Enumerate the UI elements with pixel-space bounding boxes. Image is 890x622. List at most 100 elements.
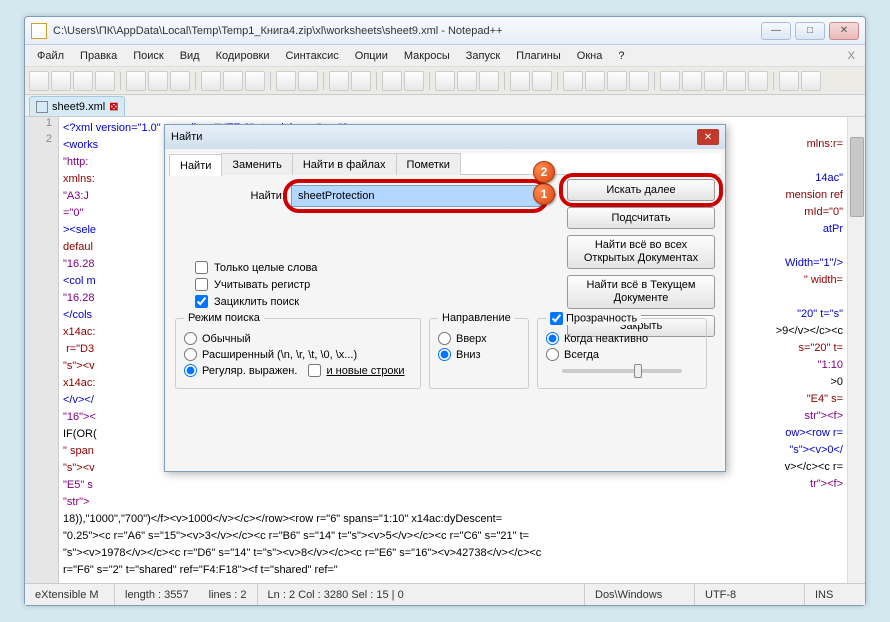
tool-saveall-icon[interactable] [95, 71, 115, 91]
file-tab[interactable]: sheet9.xml ⊠ [29, 96, 125, 116]
tool-print-icon[interactable] [170, 71, 190, 91]
tool-new-icon[interactable] [29, 71, 49, 91]
menu-syntax[interactable]: Синтаксис [278, 50, 347, 62]
transparency-group: Прозрачность Когда неактивно Всегда [537, 318, 707, 389]
line-number: 2 [25, 133, 58, 149]
find-input[interactable] [291, 185, 541, 207]
tool-paste-icon[interactable] [245, 71, 265, 91]
menu-run[interactable]: Запуск [458, 50, 508, 62]
minimize-button[interactable]: — [761, 22, 791, 40]
status-pos: Ln : 2 Col : 3280 Sel : 15 | 0 [258, 584, 585, 605]
tool-stop-icon[interactable] [682, 71, 702, 91]
transparency-slider[interactable] [562, 369, 682, 373]
tab-replace[interactable]: Заменить [221, 153, 292, 175]
tool-abc-icon[interactable] [779, 71, 799, 91]
tool-rec-icon[interactable] [660, 71, 680, 91]
tab-marks[interactable]: Пометки [396, 153, 461, 175]
search-mode-group: Режим поиска Обычный Расширенный (\n, \r… [175, 318, 421, 389]
titlebar[interactable]: C:\Users\ПК\AppData\Local\Temp\Temp1_Кни… [25, 17, 865, 45]
slider-handle[interactable] [634, 364, 642, 378]
tool-close-icon[interactable] [126, 71, 146, 91]
status-encoding: UTF-8 [695, 584, 805, 605]
tool-replace-icon[interactable] [351, 71, 371, 91]
transparency-title: Прозрачность [546, 312, 641, 325]
tool-save-icon[interactable] [73, 71, 93, 91]
tool-zoomin-icon[interactable] [382, 71, 402, 91]
tool-saverec-icon[interactable] [748, 71, 768, 91]
find-all-current-button[interactable]: Найти всё в Текущем Документе [567, 275, 715, 309]
file-icon [36, 101, 48, 113]
menu-macros[interactable]: Макросы [396, 50, 458, 62]
tool-copy-icon[interactable] [223, 71, 243, 91]
newlines-checkbox[interactable] [308, 364, 321, 377]
tool-wrap-icon[interactable] [457, 71, 477, 91]
tool-undo-icon[interactable] [276, 71, 296, 91]
tool-cut-icon[interactable] [201, 71, 221, 91]
dialog-titlebar[interactable]: Найти ✕ [165, 125, 725, 149]
tool-doc1-icon[interactable] [563, 71, 583, 91]
search-mode-title: Режим поиска [184, 312, 264, 324]
mode-extended-radio[interactable] [184, 348, 197, 361]
trans-always-radio[interactable] [546, 348, 559, 361]
maximize-button[interactable]: □ [795, 22, 825, 40]
status-eol: Dos\Windows [585, 584, 695, 605]
menu-plugins[interactable]: Плагины [508, 50, 569, 62]
menu-file[interactable]: Файл [29, 50, 72, 62]
find-label: Найти: [175, 190, 285, 202]
transparency-checkbox[interactable] [550, 312, 563, 325]
close-button[interactable]: ✕ [829, 22, 859, 40]
menu-encoding[interactable]: Кодировки [208, 50, 278, 62]
dir-down-radio[interactable] [438, 348, 451, 361]
menu-edit[interactable]: Правка [72, 50, 125, 62]
scrollbar-vertical[interactable] [847, 117, 865, 583]
tool-zoomout-icon[interactable] [404, 71, 424, 91]
tool-doc2-icon[interactable] [585, 71, 605, 91]
menu-view[interactable]: Вид [172, 50, 208, 62]
dir-up-radio[interactable] [438, 332, 451, 345]
app-icon [31, 23, 47, 39]
trans-inactive-radio[interactable] [546, 332, 559, 345]
menu-search[interactable]: Поиск [125, 50, 171, 62]
file-tab-close-icon[interactable]: ⊠ [109, 100, 118, 113]
tool-sync-icon[interactable] [435, 71, 455, 91]
tool-playfast-icon[interactable] [726, 71, 746, 91]
tool-find-icon[interactable] [329, 71, 349, 91]
tool-hidden-icon[interactable] [479, 71, 499, 91]
menu-options[interactable]: Опции [347, 50, 396, 62]
match-case-checkbox[interactable] [195, 278, 208, 291]
toolbar [25, 67, 865, 95]
dialog-close-icon[interactable]: ✕ [697, 129, 719, 145]
mode-normal-radio[interactable] [184, 332, 197, 345]
find-next-button[interactable]: Искать далее [567, 179, 715, 201]
line-number: 1 [25, 117, 58, 133]
file-tab-label: sheet9.xml [52, 101, 105, 113]
tool-doc4-icon[interactable] [629, 71, 649, 91]
tool-play-icon[interactable] [704, 71, 724, 91]
count-button[interactable]: Подсчитать [567, 207, 715, 229]
marker-1: 1 [533, 183, 555, 205]
tool-open-icon[interactable] [51, 71, 71, 91]
wrap-checkbox[interactable] [195, 295, 208, 308]
scrollbar-thumb[interactable] [850, 137, 864, 217]
direction-group: Направление Вверх Вниз [429, 318, 529, 389]
find-all-open-button[interactable]: Найти всё во всех Открытых Документах [567, 235, 715, 269]
status-length: length : 3557 [115, 584, 199, 605]
menu-help[interactable]: ? [610, 50, 632, 62]
statusbar: eXtensible M length : 3557 lines : 2 Ln … [25, 583, 865, 605]
tab-findinfiles[interactable]: Найти в файлах [292, 153, 397, 175]
tab-find[interactable]: Найти [169, 154, 222, 176]
whole-words-label: Только целые слова [214, 262, 317, 274]
window-title: C:\Users\ПК\AppData\Local\Temp\Temp1_Кни… [53, 25, 761, 37]
status-lang: eXtensible M [25, 584, 115, 605]
menu-close-x[interactable]: X [840, 50, 861, 62]
mode-regex-radio[interactable] [184, 364, 197, 377]
tool-doc3-icon[interactable] [607, 71, 627, 91]
tool-indent-icon[interactable] [510, 71, 530, 91]
tool-fold-icon[interactable] [532, 71, 552, 91]
menu-windows[interactable]: Окна [569, 50, 611, 62]
tool-closeall-icon[interactable] [148, 71, 168, 91]
tool-redo-icon[interactable] [298, 71, 318, 91]
marker-2: 2 [533, 161, 555, 183]
whole-words-checkbox[interactable] [195, 261, 208, 274]
tool-other-icon[interactable] [801, 71, 821, 91]
